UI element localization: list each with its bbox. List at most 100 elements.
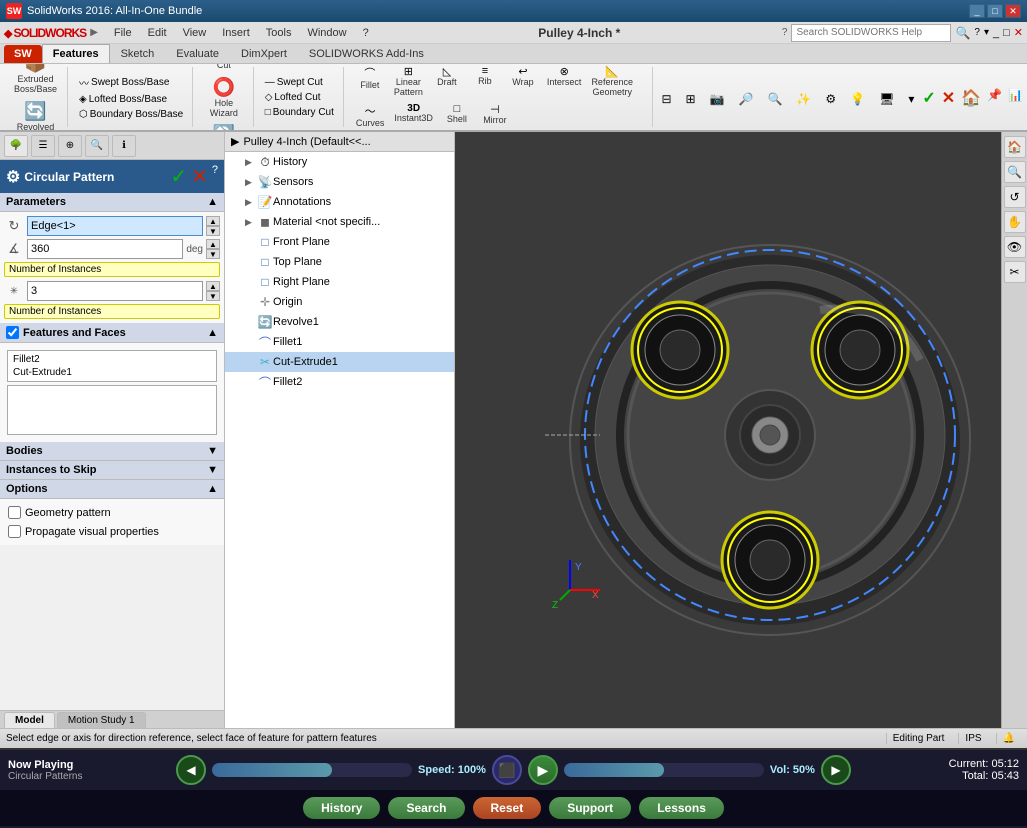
wrap-button[interactable]: ↩Wrap [505, 64, 541, 99]
boundary-boss-button[interactable]: ⬡ Boundary Boss/Base [76, 108, 186, 121]
intersect-button[interactable]: ⊗Intersect [543, 64, 586, 99]
tree-item-fillet2[interactable]: ⌒ Fillet2 [225, 372, 454, 392]
tab-model[interactable]: Model [4, 712, 55, 728]
instances-skip-header[interactable]: Instances to Skip ▼ [0, 461, 224, 480]
tree-item-revolve1[interactable]: 🔄 Revolve1 [225, 312, 454, 332]
view-btn-4[interactable]: 🔎 [733, 89, 760, 109]
view-btn-9[interactable]: 🖥 [873, 89, 900, 109]
linear-pattern-button[interactable]: ⊞LinearPattern [390, 64, 427, 99]
geometry-pattern-checkbox[interactable] [8, 506, 21, 519]
degree-spin-up[interactable]: ▲ [206, 239, 220, 249]
extruded-cut-button[interactable]: ✂ ExtrudedCut [202, 64, 246, 73]
vol-progress-bar[interactable] [564, 763, 764, 777]
player-progress-bar[interactable] [212, 763, 412, 777]
fillet-button[interactable]: ⌒Fillet [352, 64, 388, 99]
tab-sketch[interactable]: Sketch [110, 44, 166, 63]
check-icon[interactable]: ✓ [922, 88, 935, 108]
feat-tab-info[interactable]: ℹ [112, 135, 136, 157]
instances-input[interactable] [27, 281, 203, 301]
feat-tab-search[interactable]: 🔍 [85, 135, 109, 157]
edge-input[interactable] [27, 216, 203, 236]
features-faces-checkbox[interactable] [6, 326, 19, 339]
view-btn-3[interactable]: 📷 [704, 89, 731, 109]
tree-item-history[interactable]: ▶ ⏱ History [225, 152, 454, 172]
tree-item-cut-extrude1[interactable]: ✂ Cut-Extrude1 [225, 352, 454, 372]
title-bar-controls[interactable]: _ □ ✕ [969, 4, 1021, 18]
panel-icon-1[interactable]: 🏠 [961, 88, 981, 108]
rp-pan-icon[interactable]: ✋ [1004, 211, 1026, 233]
minimize-button[interactable]: _ [969, 4, 985, 18]
x-icon[interactable]: ✕ [942, 88, 955, 108]
win-close-icon[interactable]: ✕ [1014, 26, 1023, 39]
panel-icon-3[interactable]: 📊 [1008, 88, 1023, 102]
rp-section-icon[interactable]: ✂ [1004, 261, 1026, 283]
tree-item-annotations[interactable]: ▶ 📝 Annotations [225, 192, 454, 212]
tree-item-top-plane[interactable]: □ Top Plane [225, 252, 454, 272]
feat-tab-tree[interactable]: 🌳 [4, 135, 28, 157]
stop-button[interactable]: ⬛ [492, 755, 522, 785]
win-min-icon[interactable]: _ [993, 27, 999, 39]
close-button[interactable]: ✕ [1005, 4, 1021, 18]
rp-zoom-icon[interactable]: 🔍 [1004, 161, 1026, 183]
draft-button[interactable]: ◺Draft [429, 64, 465, 99]
view-btn-6[interactable]: ✨ [790, 89, 817, 109]
parameters-section-header[interactable]: Parameters ▲ [0, 193, 224, 212]
rp-home-icon[interactable]: 🏠 [1004, 136, 1026, 158]
lofted-cut-button[interactable]: ◇ Lofted Cut [262, 91, 337, 104]
reference-geometry-button[interactable]: 📐ReferenceGeometry [587, 64, 637, 99]
degree-input[interactable] [27, 239, 183, 259]
edge-spin-up[interactable]: ▲ [206, 216, 220, 226]
tab-features[interactable]: Features [42, 44, 110, 63]
cp-cancel-button[interactable]: ✕ [191, 164, 208, 189]
search-icon[interactable]: 🔍 [955, 26, 970, 40]
bodies-section-header[interactable]: Bodies ▼ [0, 442, 224, 461]
tree-item-material[interactable]: ▶ ◼ Material <not specifi... [225, 212, 454, 232]
tree-item-right-plane[interactable]: □ Right Plane [225, 272, 454, 292]
options-icon[interactable]: ▾ [984, 27, 989, 38]
propagate-visual-checkbox[interactable] [8, 525, 21, 538]
tree-item-front-plane[interactable]: □ Front Plane [225, 232, 454, 252]
panel-icon-2[interactable]: 📌 [987, 88, 1002, 102]
rp-display-icon[interactable]: 👁 [1004, 236, 1026, 258]
revolved-cut-button[interactable]: 🔃 RevolvedCut [201, 121, 247, 132]
feat-tab-list[interactable]: ☰ [31, 135, 55, 157]
help-icon[interactable]: ? [974, 27, 980, 38]
view-btn-10[interactable]: ▾ [902, 89, 920, 109]
menu-insert[interactable]: Insert [214, 25, 258, 41]
rib-button[interactable]: ≡Rib [467, 64, 503, 99]
tree-item-sensors[interactable]: ▶ 📡 Sensors [225, 172, 454, 192]
tree-item-fillet1[interactable]: ⌒ Fillet1 [225, 332, 454, 352]
curves-button[interactable]: 〜Curves [352, 101, 389, 131]
play-button[interactable]: ▶ [528, 755, 558, 785]
boundary-cut-button[interactable]: □ Boundary Cut [262, 106, 337, 119]
back-button[interactable]: ◀ [176, 755, 206, 785]
view-btn-7[interactable]: ⚙ [819, 89, 842, 109]
instances-spin-up[interactable]: ▲ [206, 281, 220, 291]
feature-list-item-fillet2[interactable]: Fillet2 [10, 353, 214, 366]
rp-rotate-icon[interactable]: ↺ [1004, 186, 1026, 208]
swept-boss-button[interactable]: 〰 Swept Boss/Base [76, 74, 186, 91]
support-button[interactable]: Support [549, 797, 631, 819]
viewport[interactable]: Y X Z 🏠 🔍 ↺ ✋ 👁 ✂ [455, 132, 1027, 728]
search-input[interactable] [791, 24, 951, 42]
lofted-boss-button[interactable]: ◈ Lofted Boss/Base [76, 93, 186, 106]
tab-evaluate[interactable]: Evaluate [165, 44, 230, 63]
cp-help-button[interactable]: ? [212, 164, 218, 189]
tab-dimxpert[interactable]: DimXpert [230, 44, 298, 63]
notification-icon[interactable]: 🔔 [996, 733, 1021, 744]
feature-list-item-cut-extrude1[interactable]: Cut-Extrude1 [10, 366, 214, 379]
view-btn-8[interactable]: 💡 [844, 89, 871, 109]
tab-motion-study[interactable]: Motion Study 1 [57, 712, 146, 728]
menu-window[interactable]: Window [299, 25, 354, 41]
search-button[interactable]: Search [388, 797, 464, 819]
menu-tools[interactable]: Tools [258, 25, 300, 41]
win-restore-icon[interactable]: □ [1003, 27, 1010, 39]
mirror-button[interactable]: ⊣Mirror [477, 101, 513, 131]
reset-button[interactable]: Reset [473, 797, 542, 819]
revolved-boss-button[interactable]: 🔄 RevolvedBoss/Base [10, 97, 61, 132]
shell-button[interactable]: □Shell [439, 101, 475, 131]
degree-spin-down[interactable]: ▼ [206, 249, 220, 259]
view-btn-5[interactable]: 🔍 [761, 89, 788, 109]
menu-help[interactable]: ? [355, 25, 377, 41]
swept-cut-button[interactable]: — Swept Cut [262, 76, 337, 89]
